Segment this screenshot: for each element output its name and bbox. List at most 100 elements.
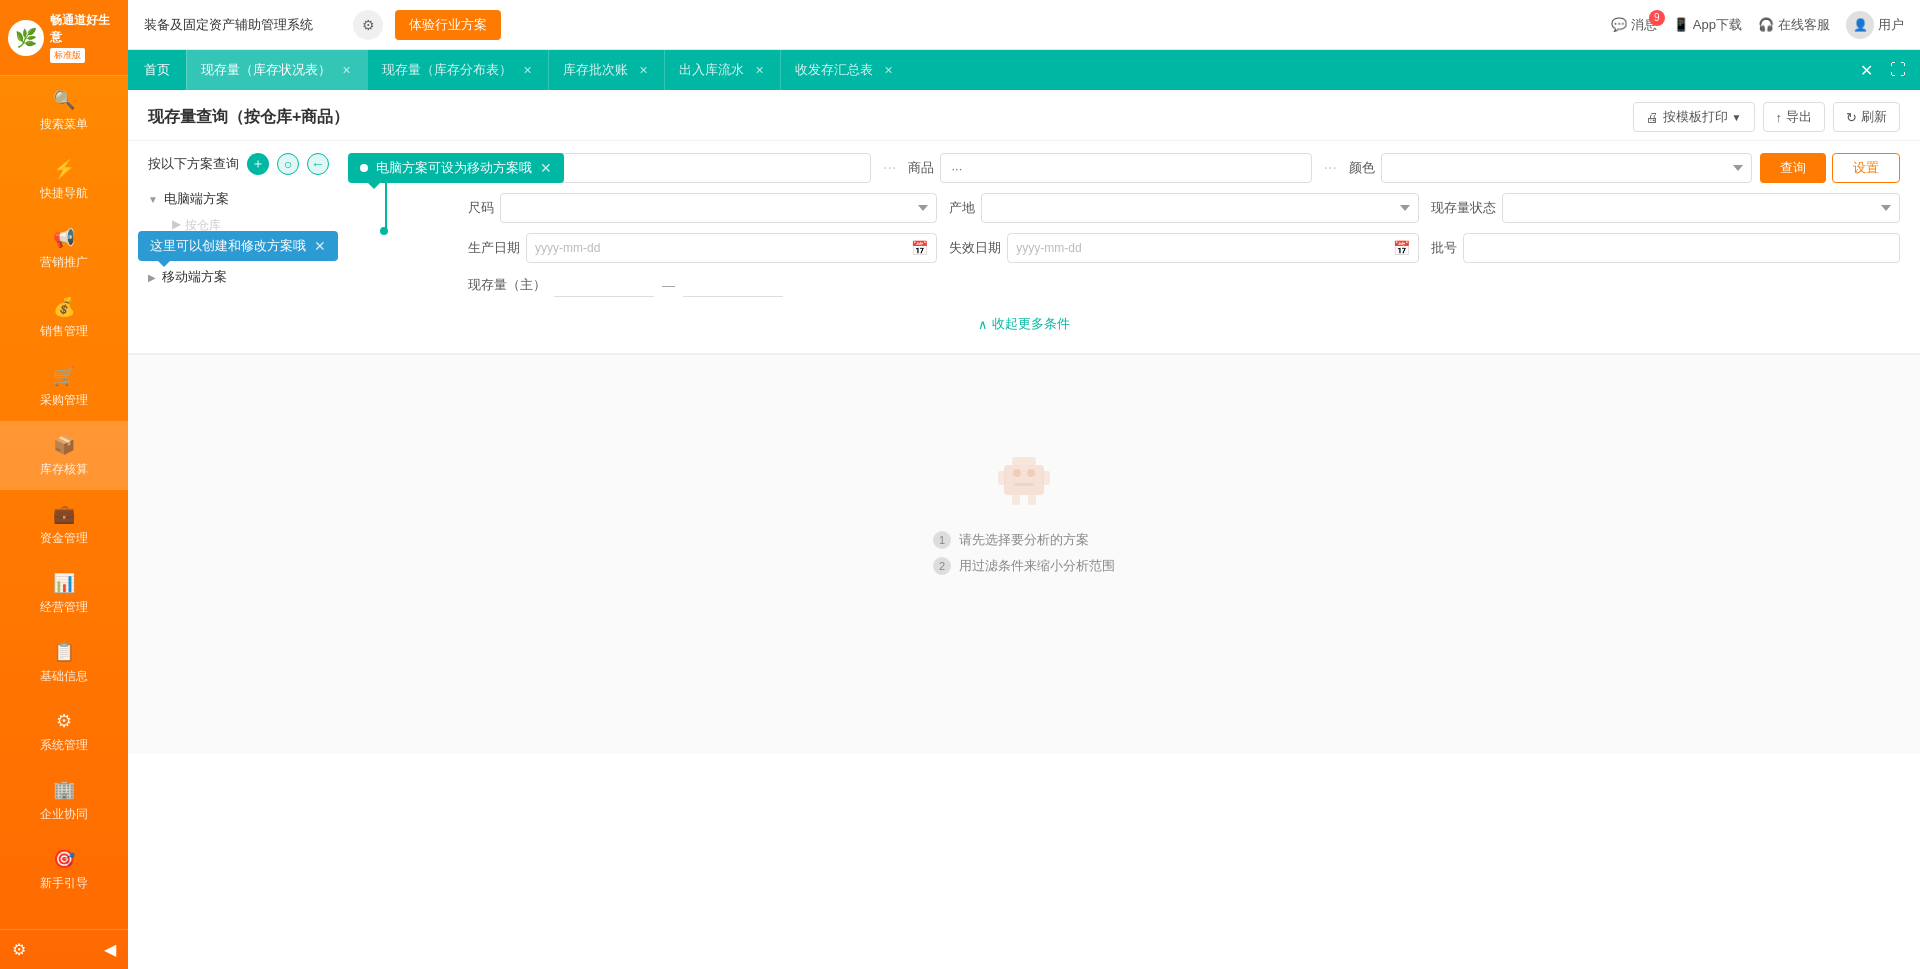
product-input[interactable] <box>940 153 1311 183</box>
tooltip-plan-close[interactable]: ✕ <box>540 160 552 176</box>
sidebar-item-sales[interactable]: 💰 销售管理 <box>0 283 128 352</box>
chevron-down-icon: ▼ <box>1732 112 1742 123</box>
filter-label: 按以下方案查询 <box>148 155 239 173</box>
guide-icon: 🎯 <box>52 847 76 871</box>
user-btn[interactable]: 👤 用户 <box>1846 11 1904 39</box>
expiry-date-input[interactable]: yyyy-mm-dd 📅 <box>1007 233 1418 263</box>
empty-illustration <box>984 435 1064 515</box>
refresh-btn[interactable]: ↻ 刷新 <box>1833 102 1900 132</box>
product-dots[interactable]: ··· <box>1320 159 1341 177</box>
tab-inventory-distribution[interactable]: 现存量（库存分布表） ✕ <box>367 50 548 90</box>
sidebar-item-quick[interactable]: ⚡ 快捷导航 <box>0 145 128 214</box>
warehouse-dots[interactable]: ··· <box>879 159 900 177</box>
search-btn[interactable]: 查询 <box>1760 153 1826 183</box>
export-icon: ↑ <box>1776 110 1783 125</box>
sidebar-item-enterprise[interactable]: 🏢 企业协同 <box>0 766 128 835</box>
inventory-range-max[interactable] <box>683 273 783 297</box>
tooltip-dot <box>360 164 368 172</box>
settings-icon[interactable]: ⚙ <box>12 940 26 959</box>
tab-inout-flow[interactable]: 出入库流水 ✕ <box>664 50 780 90</box>
origin-label: 产地 <box>949 199 975 217</box>
message-btn[interactable]: 💬 消息 9 <box>1611 16 1657 34</box>
svg-rect-1 <box>1012 457 1036 469</box>
svg-rect-8 <box>1028 495 1036 505</box>
tab-close-inventory-status[interactable]: ✕ <box>339 63 353 77</box>
add-plan-btn[interactable]: ＋ <box>247 153 269 175</box>
tab-close-all-btn[interactable]: ✕ <box>1852 56 1880 84</box>
online-support-btn[interactable]: 🎧 在线客服 <box>1758 16 1830 34</box>
arrow-left-btn[interactable]: ← <box>307 153 329 175</box>
tab-expand-btn[interactable]: ⛶ <box>1884 56 1912 84</box>
app-download-btn[interactable]: 📱 App下载 <box>1673 16 1742 34</box>
sidebar-item-system[interactable]: ⚙ 系统管理 <box>0 697 128 766</box>
sidebar-item-search[interactable]: 🔍 搜索菜单 <box>0 76 128 145</box>
experience-btn[interactable]: 体验行业方案 <box>395 10 501 40</box>
export-btn[interactable]: ↑ 导出 <box>1763 102 1826 132</box>
tab-close-batch-ledger[interactable]: ✕ <box>636 63 650 77</box>
svg-rect-0 <box>1004 465 1044 495</box>
topbar-right: 💬 消息 9 📱 App下载 🎧 在线客服 👤 用户 <box>1611 11 1904 39</box>
tab-close-inventory-distribution[interactable]: ✕ <box>520 63 534 77</box>
page-content: 现存量查询（按仓库+商品） 🖨 按模板打印 ▼ ↑ 导出 ↻ 刷新 <box>128 90 1920 969</box>
sidebar-item-purchase[interactable]: 🛒 采购管理 <box>0 352 128 421</box>
topbar-gear-btn[interactable]: ⚙ <box>353 10 383 40</box>
reset-btn[interactable]: 设置 <box>1832 153 1900 183</box>
sidebar-item-basic[interactable]: 📋 基础信息 <box>0 628 128 697</box>
collapse-btn[interactable]: ∧ 收起更多条件 <box>978 315 1070 333</box>
logo-badge: 标准版 <box>50 48 85 63</box>
system-name: 装备及固定资产辅助管理系统 <box>144 16 313 34</box>
sidebar-item-guide[interactable]: 🎯 新手引导 <box>0 835 128 904</box>
sidebar-item-operations[interactable]: 📊 经营管理 <box>0 559 128 628</box>
production-date-input[interactable]: yyyy-mm-dd 📅 <box>526 233 937 263</box>
finance-icon: 💼 <box>52 502 76 526</box>
tab-receive-summary[interactable]: 收发存汇总表 ✕ <box>780 50 909 90</box>
message-badge: 9 <box>1649 10 1665 26</box>
sidebar-menu: 🔍 搜索菜单 ⚡ 快捷导航 📢 营销推广 💰 销售管理 🛒 采购管理 📦 库存核… <box>0 76 128 929</box>
filter-area: 按以下方案查询 ＋ ○ ← 电脑方案可设为移动方案哦 ✕ <box>128 141 1920 354</box>
color-field: 颜色 <box>1349 153 1752 183</box>
print-btn[interactable]: 🖨 按模板打印 ▼ <box>1633 102 1755 132</box>
filter-row-4: 现存量（主） — <box>468 273 1900 297</box>
collapse-icon[interactable]: ◀ <box>104 940 116 959</box>
tab-home[interactable]: 首页 <box>128 50 186 90</box>
plan-mobile[interactable]: ▶ 移动端方案 <box>148 265 448 289</box>
topbar: 装备及固定资产辅助管理系统 ⚙ 体验行业方案 💬 消息 9 📱 App下载 🎧 … <box>128 0 1920 50</box>
color-select[interactable] <box>1381 153 1752 183</box>
svg-rect-6 <box>1042 471 1050 485</box>
desktop-expand-icon: ▼ <box>148 194 158 205</box>
sidebar-item-marketing[interactable]: 📢 营销推广 <box>0 214 128 283</box>
batch-input[interactable] <box>1463 233 1900 263</box>
system-select[interactable] <box>321 17 341 32</box>
plan-tree: ▼ 电脑端方案 这里可以创建和修改方案哦 ✕ ▶ <box>148 187 448 289</box>
tab-batch-ledger[interactable]: 库存批次账 ✕ <box>548 50 664 90</box>
purchase-icon: 🛒 <box>52 364 76 388</box>
plan-panel: 按以下方案查询 ＋ ○ ← 电脑方案可设为移动方案哦 ✕ <box>148 153 448 299</box>
tooltip-create-close[interactable]: ✕ <box>314 238 326 254</box>
collapse-row: ∧ 收起更多条件 <box>148 307 1900 341</box>
sidebar-item-finance[interactable]: 💼 资金管理 <box>0 490 128 559</box>
origin-select[interactable] <box>981 193 1418 223</box>
operations-icon: 📊 <box>52 571 76 595</box>
tabbar-right-controls: ✕ ⛶ <box>1852 56 1920 84</box>
enterprise-icon: 🏢 <box>52 778 76 802</box>
batch-field: 批号 <box>1431 233 1900 263</box>
size-select[interactable] <box>500 193 937 223</box>
quick-icon: ⚡ <box>52 157 76 181</box>
tab-close-receive-summary[interactable]: ✕ <box>881 63 895 77</box>
circle-btn[interactable]: ○ <box>277 153 299 175</box>
phone-icon: 📱 <box>1673 17 1689 32</box>
inventory-range-min[interactable] <box>554 273 654 297</box>
marketing-icon: 📢 <box>52 226 76 250</box>
product-label: 商品 <box>908 159 934 177</box>
tabbar: 首页 现存量（库存状况表） ✕ 现存量（库存分布表） ✕ 库存批次账 ✕ 出入库… <box>128 50 1920 90</box>
size-label: 尺码 <box>468 199 494 217</box>
tab-close-inout-flow[interactable]: ✕ <box>752 63 766 77</box>
tab-inventory-status[interactable]: 现存量（库存状况表） ✕ <box>186 50 367 90</box>
user-avatar: 👤 <box>1846 11 1874 39</box>
inventory-status-select[interactable] <box>1502 193 1900 223</box>
sidebar-item-inventory[interactable]: 📦 库存核算 <box>0 421 128 490</box>
filter-row-2: 尺码 产地 现存量状态 <box>468 193 1900 223</box>
printer-icon: 🖨 <box>1646 110 1659 125</box>
system-selector: 装备及固定资产辅助管理系统 <box>144 16 341 34</box>
plan-desktop[interactable]: ▼ 电脑端方案 <box>148 187 448 211</box>
